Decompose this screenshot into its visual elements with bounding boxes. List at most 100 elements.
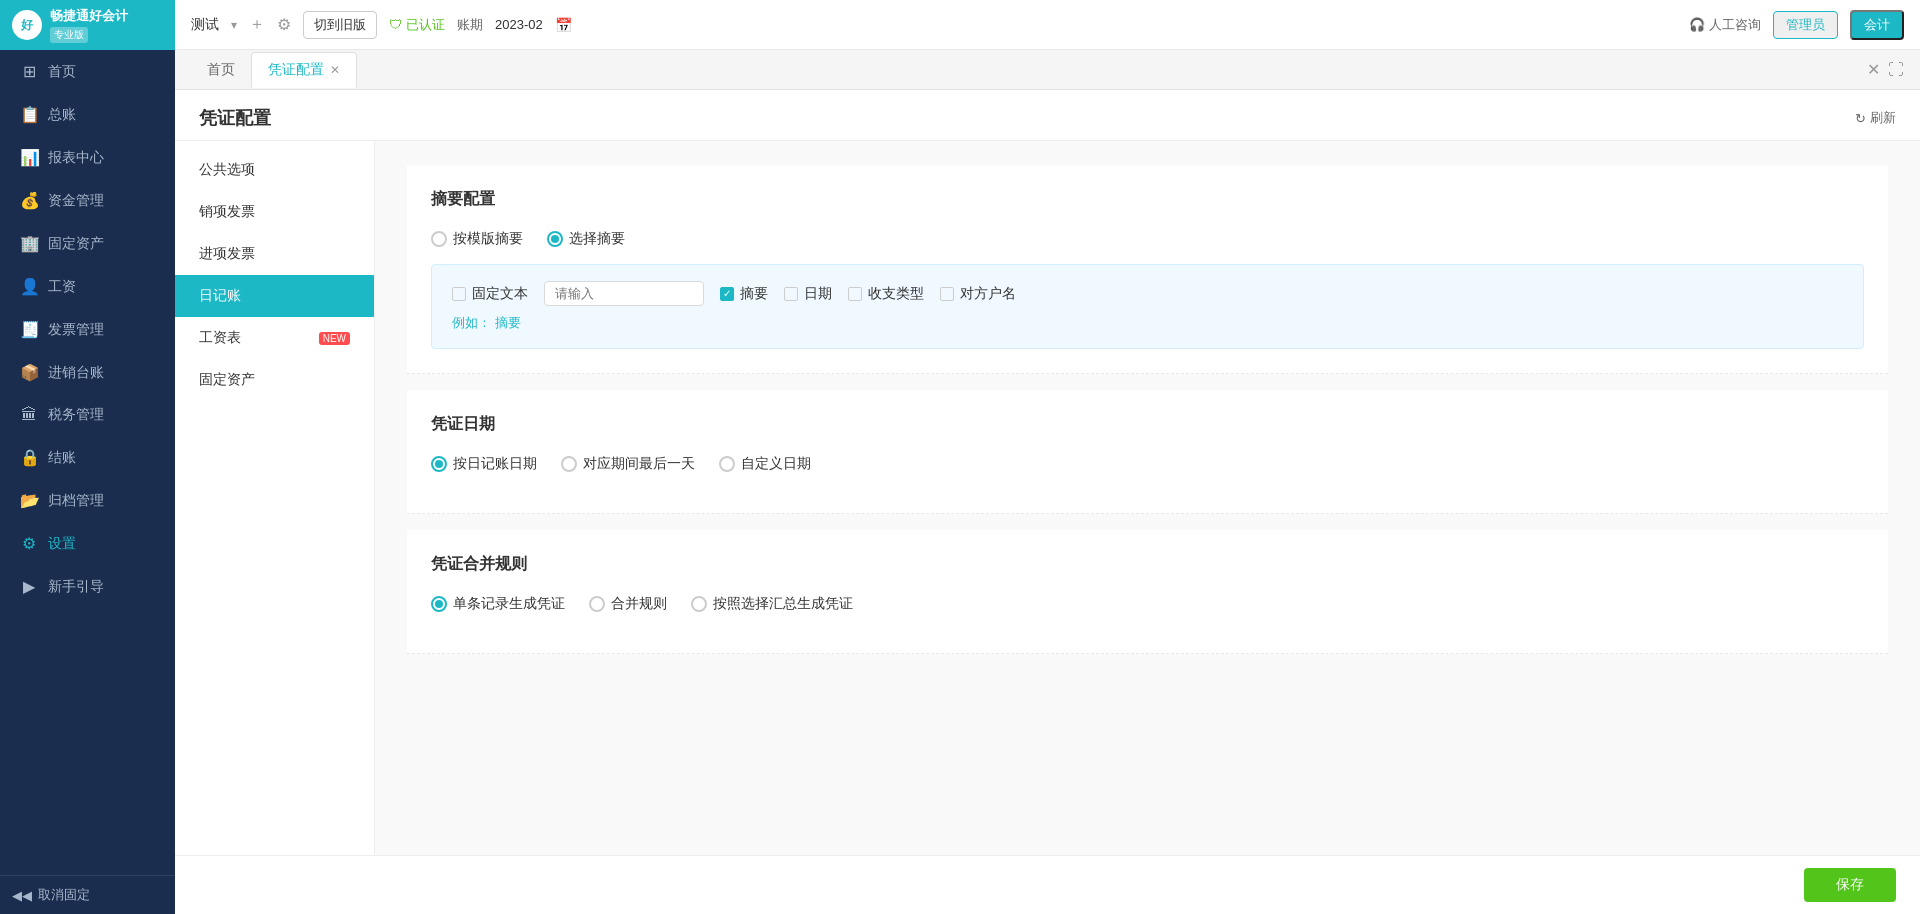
- checkbox-fixed-text[interactable]: 固定文本: [452, 285, 528, 303]
- logo-text: 畅捷通好会计 专业版: [50, 7, 128, 43]
- sidebar-logo: 好 畅捷通好会计 专业版: [0, 0, 175, 50]
- merge-title: 凭证合并规则: [431, 554, 1864, 575]
- manager-button[interactable]: 管理员: [1773, 11, 1838, 39]
- assets-icon: 🏢: [20, 234, 38, 253]
- logo-icon: 好: [12, 10, 42, 40]
- refresh-icon: ↻: [1855, 111, 1866, 126]
- checkbox-payment-type[interactable]: 收支类型: [848, 285, 924, 303]
- headset-icon: 🎧: [1689, 17, 1705, 32]
- checkbox-summary[interactable]: ✓ 摘要: [720, 285, 768, 303]
- ledger-icon: 📋: [20, 105, 38, 124]
- radio-single[interactable]: 单条记录生成凭证: [431, 595, 565, 613]
- example-text: 例如： 摘要: [452, 314, 1843, 332]
- radio-select-circle: [547, 231, 563, 247]
- merge-rule-circle: [589, 596, 605, 612]
- tabbar-expand-icon[interactable]: ⛶: [1888, 61, 1904, 79]
- page-title: 凭证配置: [199, 106, 271, 130]
- main-area: 测试 ▾ ＋ ⚙ 切到旧版 🛡 已认证 账期 2023-02 📅 🎧 人工咨询 …: [175, 0, 1920, 914]
- verified-badge: 🛡 已认证: [389, 16, 445, 34]
- service-button[interactable]: 🎧 人工咨询: [1689, 16, 1761, 34]
- refresh-button[interactable]: ↻ 刷新: [1855, 109, 1896, 127]
- tab-home[interactable]: 首页: [191, 53, 251, 87]
- left-nav-diary[interactable]: 日记账: [175, 275, 374, 317]
- radio-template-circle: [431, 231, 447, 247]
- date-section: 凭证日期 按日记账日期 对应期间最后一天 自定义日期: [407, 390, 1888, 514]
- radio-custom-date[interactable]: 自定义日期: [719, 455, 811, 473]
- sidebar-item-invoice[interactable]: 🧾 发票管理: [0, 308, 175, 351]
- add-icon[interactable]: ＋: [249, 14, 265, 35]
- sidebar-item-salary[interactable]: 👤 工资: [0, 265, 175, 308]
- period-value: 2023-02: [495, 17, 543, 32]
- save-button[interactable]: 保存: [1804, 868, 1896, 902]
- sidebar-item-close[interactable]: 🔒 结账: [0, 436, 175, 479]
- calendar-icon[interactable]: 📅: [555, 17, 572, 33]
- sidebar-item-archive[interactable]: 📂 归档管理: [0, 479, 175, 522]
- diary-date-circle: [431, 456, 447, 472]
- radio-diary-date[interactable]: 按日记账日期: [431, 455, 537, 473]
- summary-radio-group: 按模版摘要 选择摘要: [431, 230, 1864, 248]
- sidebar-item-ledger[interactable]: 📋 总账: [0, 93, 175, 136]
- page-header: 凭证配置 ↻ 刷新: [175, 90, 1920, 141]
- gear-icon[interactable]: ⚙: [277, 15, 291, 34]
- custom-date-circle: [719, 456, 735, 472]
- date-radio-group: 按日记账日期 对应期间最后一天 自定义日期: [431, 455, 1864, 473]
- date-title: 凭证日期: [431, 414, 1864, 435]
- select-merge-circle: [691, 596, 707, 612]
- payment-type-checkbox: [848, 287, 862, 301]
- radio-select[interactable]: 选择摘要: [547, 230, 625, 248]
- radio-period-last[interactable]: 对应期间最后一天: [561, 455, 695, 473]
- summary-section: 摘要配置 按模版摘要 选择摘要: [407, 165, 1888, 374]
- body-area: 公共选项 销项发票 进项发票 日记账 工资表 NEW: [175, 141, 1920, 855]
- sidebar-item-reports[interactable]: 📊 报表中心: [0, 136, 175, 179]
- new-badge: NEW: [319, 332, 350, 345]
- content-area: 凭证配置 ↻ 刷新 公共选项 销项发票 进项发票 日记账: [175, 90, 1920, 914]
- sidebar-bottom: ◀◀ 取消固定: [0, 875, 175, 914]
- save-bar: 保存: [175, 855, 1920, 914]
- tabbar-close-icon[interactable]: ✕: [1867, 60, 1880, 79]
- tab-close-icon[interactable]: ✕: [330, 63, 340, 77]
- date-checkbox: [784, 287, 798, 301]
- sidebar-item-trade[interactable]: 📦 进销台账: [0, 351, 175, 394]
- radio-template[interactable]: 按模版摘要: [431, 230, 523, 248]
- left-nav-fixed-assets[interactable]: 固定资产: [175, 359, 374, 401]
- tab-voucher-config[interactable]: 凭证配置 ✕: [251, 52, 357, 88]
- accountant-button[interactable]: 会计: [1850, 10, 1904, 40]
- left-nav-public[interactable]: 公共选项: [175, 149, 374, 191]
- summary-config-box: 固定文本 ✓ 摘要 日期: [431, 264, 1864, 349]
- left-nav: 公共选项 销项发票 进项发票 日记账 工资表 NEW: [175, 141, 375, 855]
- guide-icon: ▶: [20, 577, 38, 596]
- payroll-row: 工资表 NEW: [199, 329, 350, 347]
- checkbox-counterpart[interactable]: 对方户名: [940, 285, 1016, 303]
- sidebar-item-settings[interactable]: ⚙ 设置: [0, 522, 175, 565]
- sidebar-item-guide[interactable]: ▶ 新手引导: [0, 565, 175, 608]
- radio-select-merge[interactable]: 按照选择汇总生成凭证: [691, 595, 853, 613]
- pin-icon: ◀◀: [12, 888, 32, 903]
- counterpart-checkbox: [940, 287, 954, 301]
- summary-title: 摘要配置: [431, 189, 1864, 210]
- invoice-icon: 🧾: [20, 320, 38, 339]
- tabbar: 首页 凭证配置 ✕ ✕ ⛶: [175, 50, 1920, 90]
- radio-merge-rule[interactable]: 合并规则: [589, 595, 667, 613]
- right-content: 摘要配置 按模版摘要 选择摘要: [375, 141, 1920, 855]
- company-title: 测试: [191, 16, 219, 34]
- fixed-text-checkbox: [452, 287, 466, 301]
- cancel-pin-button[interactable]: ◀◀ 取消固定: [12, 886, 163, 904]
- left-nav-payroll[interactable]: 工资表 NEW: [175, 317, 374, 359]
- period-last-circle: [561, 456, 577, 472]
- left-nav-purchase-invoice[interactable]: 进项发票: [175, 233, 374, 275]
- checkbox-date[interactable]: 日期: [784, 285, 832, 303]
- summary-config-row: 固定文本 ✓ 摘要 日期: [452, 281, 1843, 306]
- sidebar-item-home[interactable]: ⊞ 首页: [0, 50, 175, 93]
- salary-icon: 👤: [20, 277, 38, 296]
- archive-icon: 📂: [20, 491, 38, 510]
- fixed-text-input[interactable]: [544, 281, 704, 306]
- topbar: 测试 ▾ ＋ ⚙ 切到旧版 🛡 已认证 账期 2023-02 📅 🎧 人工咨询 …: [175, 0, 1920, 50]
- left-nav-sales-invoice[interactable]: 销项发票: [175, 191, 374, 233]
- sidebar-item-tax[interactable]: 🏛 税务管理: [0, 394, 175, 436]
- period-label: 账期: [457, 16, 483, 34]
- title-dropdown-icon[interactable]: ▾: [231, 18, 237, 32]
- sidebar-item-funds[interactable]: 💰 资金管理: [0, 179, 175, 222]
- old-version-button[interactable]: 切到旧版: [303, 11, 377, 39]
- sidebar-item-assets[interactable]: 🏢 固定资产: [0, 222, 175, 265]
- sidebar: 好 畅捷通好会计 专业版 ⊞ 首页 📋 总账 📊 报表中心 💰 资金管理 🏢 固…: [0, 0, 175, 914]
